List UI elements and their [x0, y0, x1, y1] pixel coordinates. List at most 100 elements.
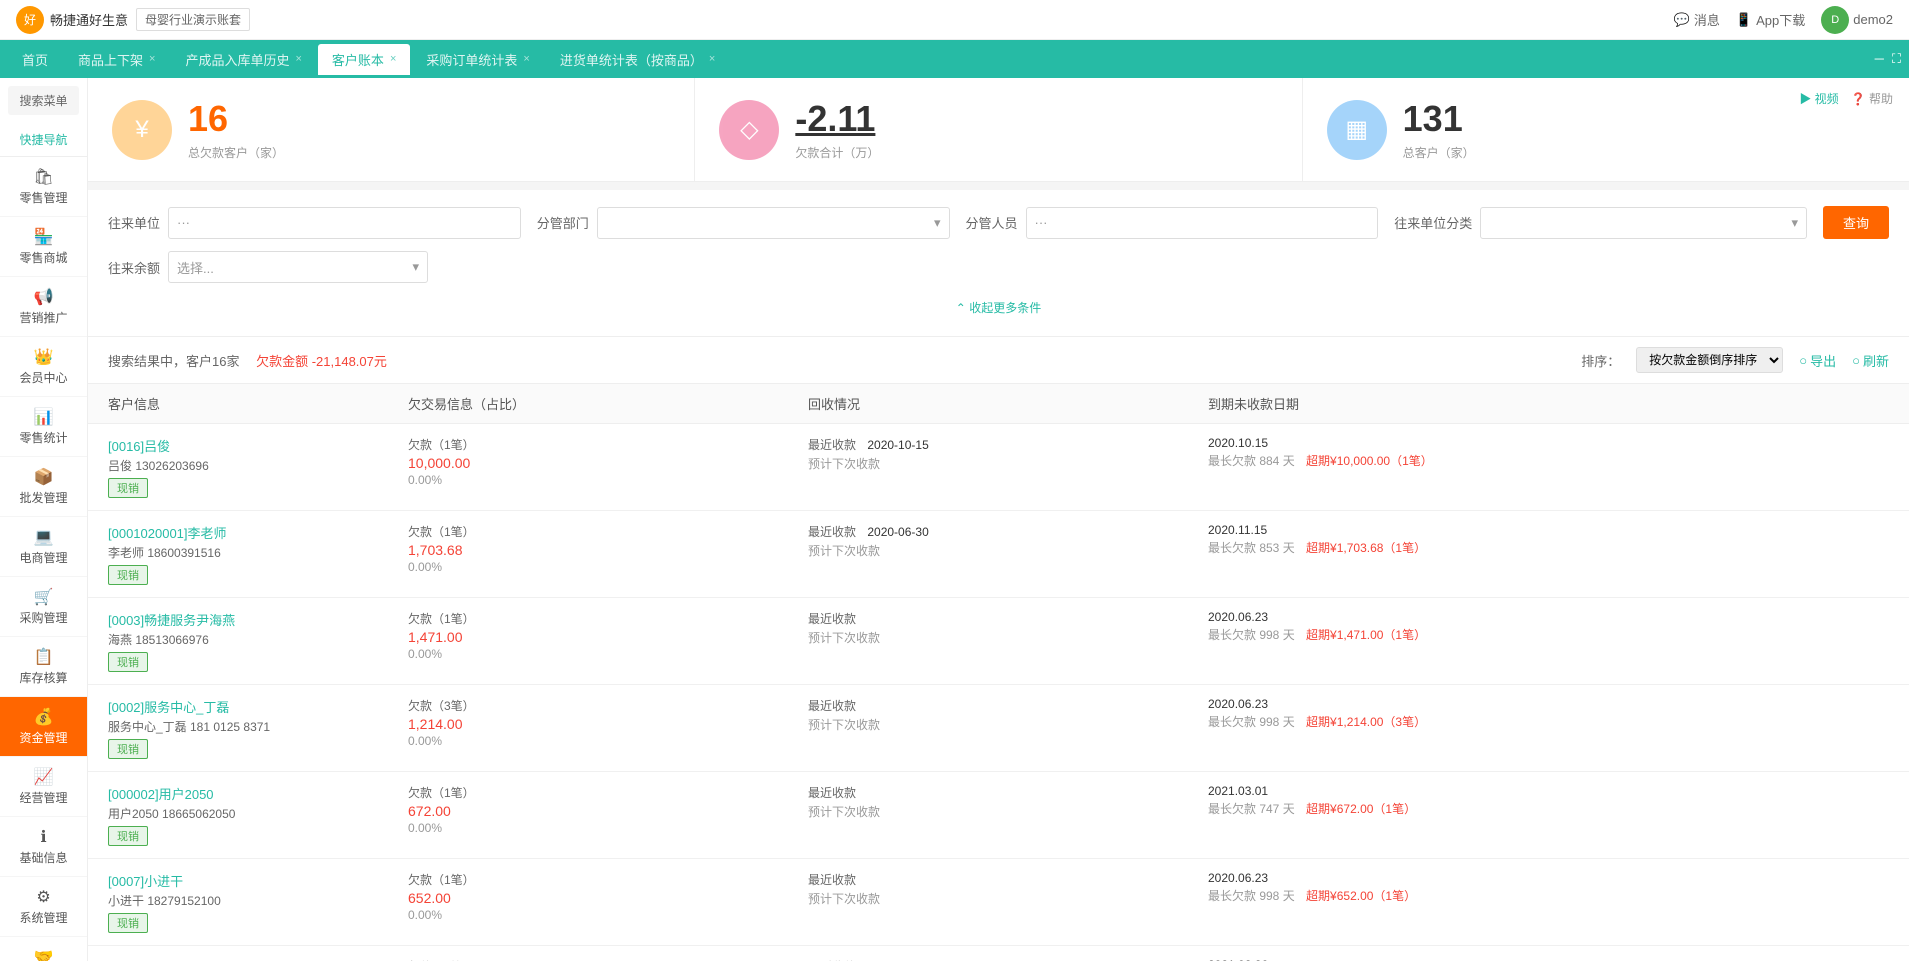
- sidebar-item-member-center[interactable]: 👑 会员中心: [0, 337, 87, 397]
- collapse-more-conditions[interactable]: ⌃ 收起更多条件: [108, 295, 1889, 320]
- overdue-date-5: 2020.06.23: [1208, 871, 1889, 885]
- system-icon: ⚙: [8, 887, 79, 907]
- message-btn[interactable]: 💬 消息: [1674, 10, 1720, 29]
- overdue-date-2: 2020.06.23: [1208, 610, 1889, 624]
- purchase-icon: 🛒: [8, 587, 79, 607]
- debt-customers-number: 16: [188, 98, 284, 140]
- total-customers-label: 总客户（家）: [1403, 144, 1475, 161]
- unit-category-select[interactable]: ▾: [1480, 207, 1807, 239]
- maximize-icon[interactable]: ⛶: [1892, 51, 1901, 67]
- debt-total-label: 欠款合计（万）: [795, 144, 879, 161]
- main-layout: 搜索菜单 快捷导航 🛍 零售管理 🏪 零售商城 📢 营销推广 👑 会员中心 📊: [0, 78, 1909, 961]
- customer-name-4[interactable]: [000002]用户2050: [108, 784, 408, 803]
- customer-info-4: [000002]用户2050 用户2050 18665062050 现销: [108, 784, 408, 846]
- person-input[interactable]: ···: [1026, 207, 1379, 239]
- customer-name-1[interactable]: [0001020001]李老师: [108, 523, 408, 542]
- help-btn[interactable]: ❓ 帮助: [1851, 90, 1893, 107]
- export-btn[interactable]: ○ 导出: [1799, 351, 1836, 370]
- sidebar-item-ecommerce[interactable]: 💻 电商管理: [0, 517, 87, 577]
- dept-select[interactable]: ▾: [597, 207, 950, 239]
- debt-percent-0: 0.00%: [408, 473, 808, 487]
- source-unit-dots: ···: [177, 215, 190, 230]
- topbar: 好 畅捷通好生意 母婴行业演示账套 💬 消息 📱 App下载 D demo2: [0, 0, 1909, 40]
- overdue-amount-5[interactable]: 超期¥652.00（1笔）: [1306, 889, 1416, 903]
- close-icon[interactable]: ×: [523, 53, 529, 65]
- sidebar-item-operations[interactable]: 📈 经营管理: [0, 757, 87, 817]
- sort-select[interactable]: 按欠款金额倒序排序: [1636, 347, 1783, 373]
- tab-home-label: 首页: [22, 50, 48, 69]
- refresh-btn[interactable]: ○ 刷新: [1852, 351, 1889, 370]
- logo-icon: 好: [16, 6, 44, 34]
- sidebar-quick-nav[interactable]: 快捷导航: [0, 123, 87, 157]
- sidebar-item-marketing[interactable]: 📢 营销推广: [0, 277, 87, 337]
- chevron-down-icon: ▾: [934, 215, 941, 231]
- username: demo2: [1853, 12, 1893, 27]
- sidebar-item-purchase[interactable]: 🛒 采购管理: [0, 577, 87, 637]
- sidebar-item-system[interactable]: ⚙ 系统管理: [0, 877, 87, 937]
- rec-label-3: 最近收款: [808, 697, 1208, 714]
- sidebar-item-retail-mgmt[interactable]: 🛍 零售管理: [0, 157, 87, 217]
- sidebar-item-basic-info[interactable]: ℹ 基础信息: [0, 817, 87, 877]
- card-icon-3: ▦: [1327, 100, 1387, 160]
- retail-stats-icon: 📊: [8, 407, 79, 427]
- overdue-amount-3[interactable]: 超期¥1,214.00（3笔）: [1306, 715, 1426, 729]
- debt-info-5: 欠款（1笔） 652.00 0.00%: [408, 871, 808, 922]
- debt-info-2: 欠款（1笔） 1,471.00 0.00%: [408, 610, 808, 661]
- sidebar-item-wholesale-mgmt[interactable]: 📦 批发管理: [0, 457, 87, 517]
- sidebar-item-inventory[interactable]: 📋 库存核算: [0, 637, 87, 697]
- source-unit-input[interactable]: ···: [168, 207, 521, 239]
- overdue-amount-4[interactable]: 超期¥672.00（1笔）: [1306, 802, 1416, 816]
- logo-text: 畅捷通好生意: [50, 10, 128, 29]
- minimize-icon[interactable]: ─: [1875, 51, 1884, 67]
- sidebar-item-retail-stats[interactable]: 📊 零售统计: [0, 397, 87, 457]
- sidebar-item-finance[interactable]: 💰 资金管理: [0, 697, 87, 757]
- close-icon[interactable]: ×: [295, 53, 301, 65]
- tab-home[interactable]: 首页: [8, 44, 62, 75]
- app-icon: 📱: [1736, 12, 1752, 28]
- debt-amount-5[interactable]: 652.00: [408, 890, 808, 906]
- debt-amount-0[interactable]: 10,000.00: [408, 455, 808, 471]
- customer-name-5[interactable]: [0007]小进干: [108, 871, 408, 890]
- overdue-amount-2[interactable]: 超期¥1,471.00（1笔）: [1306, 628, 1426, 642]
- debt-amount-3[interactable]: 1,214.00: [408, 716, 808, 732]
- customer-name-0[interactable]: [0016]吕俊: [108, 436, 408, 455]
- sidebar-item-enterprise-collab[interactable]: 🤝 企业协同: [0, 937, 87, 961]
- tab-product-history[interactable]: 产成品入库单历史 ×: [171, 44, 315, 75]
- card-icon-1: ¥: [112, 100, 172, 160]
- source-unit-label: 往来单位: [108, 213, 160, 232]
- debt-info-4: 欠款（1笔） 672.00 0.00%: [408, 784, 808, 835]
- debt-percent-1: 0.00%: [408, 560, 808, 574]
- app-download-btn[interactable]: 📱 App下载: [1736, 10, 1805, 29]
- filter-unit-category: 往来单位分类 ▾: [1394, 207, 1807, 239]
- recovery-info-4: 最近收款 预计下次收款: [808, 784, 1208, 820]
- overdue-amount-0[interactable]: 超期¥10,000.00（1笔）: [1306, 454, 1433, 468]
- balance-select[interactable]: 选择... ▾: [168, 251, 428, 283]
- summary-cards: ¥ 16 总欠款客户（家） ◇ -2.11 欠款合计（万） ▦ 131 总客户（…: [88, 78, 1909, 182]
- close-icon[interactable]: ×: [390, 53, 396, 65]
- debt-customers-label: 总欠款客户（家）: [188, 144, 284, 161]
- retail-mall-icon: 🏪: [8, 227, 79, 247]
- main-content: ¥ 16 总欠款客户（家） ◇ -2.11 欠款合计（万） ▦ 131 总客户（…: [88, 78, 1909, 961]
- search-menu-btn[interactable]: 搜索菜单: [8, 86, 79, 115]
- tab-product-listing[interactable]: 商品上下架 ×: [64, 44, 169, 75]
- recovery-info-1: 最近收款 2020-06-30 预计下次收款: [808, 523, 1208, 559]
- debt-amount-2[interactable]: 1,471.00: [408, 629, 808, 645]
- overdue-amount-1[interactable]: 超期¥1,703.68（1笔）: [1306, 541, 1426, 555]
- close-icon[interactable]: ×: [149, 53, 155, 65]
- tab-customer-account[interactable]: 客户账本 ×: [318, 44, 410, 75]
- close-icon[interactable]: ×: [709, 53, 715, 65]
- user-menu[interactable]: D demo2: [1821, 6, 1893, 34]
- sidebar-item-retail-mall[interactable]: 🏪 零售商城: [0, 217, 87, 277]
- tab-purchase-stats[interactable]: 采购订单统计表 ×: [412, 44, 543, 75]
- customer-name-3[interactable]: [0002]服务中心_丁磊: [108, 697, 408, 716]
- table-row: [000002]用户2050 用户2050 18665062050 现销 欠款（…: [88, 772, 1909, 859]
- query-btn[interactable]: 查询: [1823, 206, 1889, 239]
- tab-purchase-product-stats[interactable]: 进货单统计表（按商品） ×: [546, 44, 729, 75]
- avatar: D: [1821, 6, 1849, 34]
- video-btn[interactable]: ▶ 视频: [1799, 90, 1838, 107]
- nav-tabs: 首页 商品上下架 × 产成品入库单历史 × 客户账本 × 采购订单统计表 × 进…: [0, 40, 1909, 78]
- debt-amount-4[interactable]: 672.00: [408, 803, 808, 819]
- customer-name-2[interactable]: [0003]畅捷服务尹海燕: [108, 610, 408, 629]
- system-name[interactable]: 母婴行业演示账套: [136, 8, 250, 31]
- debt-amount-1[interactable]: 1,703.68: [408, 542, 808, 558]
